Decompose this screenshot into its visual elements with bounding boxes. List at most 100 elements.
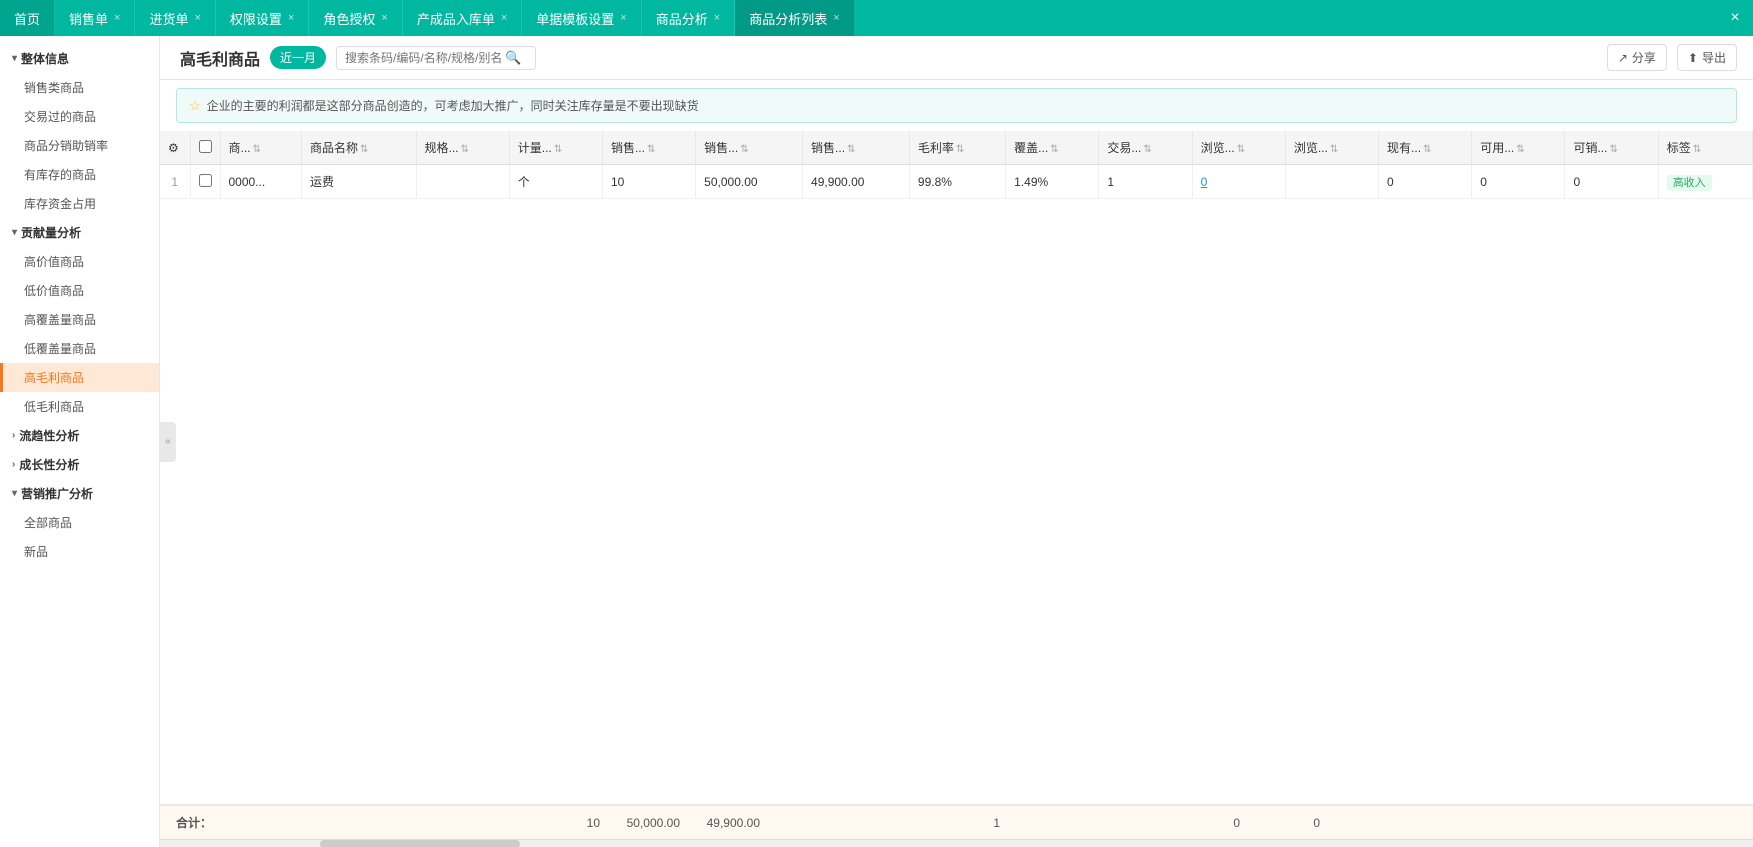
col-header-sales_profit[interactable]: 销售...⇅ [803,131,910,165]
group-arrow-4: ▾ [12,488,17,499]
sort-icon-sellable[interactable]: ⇅ [1609,144,1617,155]
share-icon: ↗ [1618,51,1628,65]
nav-tab-close[interactable]: × [194,12,200,24]
sidebar-item-0-1[interactable]: 交易过的商品 [0,102,159,131]
sidebar-item-0-3[interactable]: 有库存的商品 [0,160,159,189]
col-header-unit[interactable]: 计量...⇅ [509,131,602,165]
col-header-code[interactable]: 商...⇅ [220,131,302,165]
sidebar-item-4-1[interactable]: 新品 [0,537,159,566]
sort-icon-spec[interactable]: ⇅ [461,144,469,155]
nav-tab-label: 进货单 [149,9,188,28]
sidebar-group-1[interactable]: ▾贡献量分析 [0,218,159,247]
sort-icon-gross_rate[interactable]: ⇅ [956,144,964,155]
nav-tab-close[interactable]: × [114,12,120,24]
nav-tab-close[interactable]: × [381,12,387,24]
sidebar-group-0[interactable]: ▾整体信息 [0,44,159,73]
sidebar-item-1-1[interactable]: 低价值商品 [0,276,159,305]
col-header-sellable[interactable]: 可销...⇅ [1565,131,1658,165]
nav-tab-close[interactable]: × [620,12,626,24]
sidebar-item-1-3[interactable]: 低覆盖量商品 [0,334,159,363]
col-label-sellable: 可销... [1573,141,1607,155]
col-header-checkbox[interactable] [190,131,220,165]
data-table: ⚙商...⇅商品名称⇅规格...⇅计量...⇅销售...⇅销售...⇅销售...… [160,131,1753,199]
search-input[interactable] [345,51,505,65]
settings-icon[interactable]: ⚙ [168,141,179,155]
nav-tab-close[interactable]: × [714,12,720,24]
scroll-thumb[interactable] [320,840,520,847]
col-header-current_stock[interactable]: 现有...⇅ [1379,131,1472,165]
footer-trade-val: 1 [928,816,1008,830]
sidebar-item-1-5[interactable]: 低毛利商品 [0,392,159,421]
sidebar-item-label: 低覆盖量商品 [24,342,96,356]
content-header: 高毛利商品 近一月 🔍 ↗ 分享 ⬆ 导出 [160,36,1753,80]
cell-value-sellable: 0 [1573,175,1580,189]
cell-value-coverage: 1.49% [1014,175,1048,189]
row-checkbox[interactable] [199,174,212,187]
nav-tab-2[interactable]: 进货单 × [135,0,215,36]
share-label: 分享 [1632,49,1656,66]
export-label: 导出 [1702,49,1726,66]
col-header-spec[interactable]: 规格...⇅ [416,131,509,165]
col-header-sales_amt[interactable]: 销售...⇅ [696,131,803,165]
sort-icon-available[interactable]: ⇅ [1516,144,1524,155]
close-all-button[interactable]: × [1717,0,1753,36]
nav-tab-5[interactable]: 产成品入库单× [403,0,522,36]
nav-tab-4[interactable]: 角色授权× [309,0,402,36]
sort-icon-sales_qty[interactable]: ⇅ [647,144,655,155]
table-wrapper[interactable]: ⚙商...⇅商品名称⇅规格...⇅计量...⇅销售...⇅销售...⇅销售...… [160,131,1753,804]
filter-period-button[interactable]: 近一月 [270,46,326,69]
nav-tab-close[interactable]: × [501,12,507,24]
nav-tab-1[interactable]: 销售单× [55,0,135,36]
col-header-available[interactable]: 可用...⇅ [1472,131,1565,165]
select-all-checkbox[interactable] [199,140,212,153]
sidebar-item-1-0[interactable]: 高价值商品 [0,247,159,276]
sidebar-group-4[interactable]: ▾营销推广分析 [0,479,159,508]
export-button[interactable]: ⬆ 导出 [1677,44,1737,71]
col-header-settings[interactable]: ⚙ [160,131,190,165]
col-header-name[interactable]: 商品名称⇅ [302,131,416,165]
sort-icon-sales_profit[interactable]: ⇅ [847,144,855,155]
cell-unit: 个 [509,165,602,199]
sort-icon-tag[interactable]: ⇅ [1693,144,1701,155]
share-button[interactable]: ↗ 分享 [1607,44,1667,71]
sort-icon-browse1[interactable]: ⇅ [1237,144,1245,155]
sort-icon-name[interactable]: ⇅ [360,144,368,155]
sidebar-item-1-4[interactable]: 高毛利商品 [0,363,159,392]
cell-gross_rate: 99.8% [909,165,1005,199]
col-header-browse1[interactable]: 浏览...⇅ [1192,131,1285,165]
collapse-sidebar-button[interactable]: « [160,422,176,462]
nav-tab-0[interactable]: 首页 [0,0,55,36]
col-header-sales_qty[interactable]: 销售...⇅ [602,131,695,165]
sort-icon-trade_count[interactable]: ⇅ [1143,144,1151,155]
nav-tab-close[interactable]: × [288,12,294,24]
sidebar-item-0-2[interactable]: 商品分销助销率 [0,131,159,160]
nav-tab-6[interactable]: 单据模板设置× [522,0,641,36]
table-row: 10000...运费个1050,000.0049,900.0099.8%1.49… [160,165,1753,199]
col-header-tag[interactable]: 标签⇅ [1658,131,1752,165]
sidebar-item-0-0[interactable]: 销售类商品 [0,73,159,102]
col-header-coverage[interactable]: 覆盖...⇅ [1006,131,1099,165]
sidebar-group-3[interactable]: ›成长性分析 [0,450,159,479]
sort-icon-browse2[interactable]: ⇅ [1330,144,1338,155]
sidebar-item-4-0[interactable]: 全部商品 [0,508,159,537]
col-header-browse2[interactable]: 浏览...⇅ [1285,131,1378,165]
sidebar-item-0-4[interactable]: 库存资金占用 [0,189,159,218]
nav-tab-close[interactable]: × [833,12,839,24]
link-browse1[interactable]: 0 [1201,175,1208,189]
scroll-bar[interactable] [160,839,1753,847]
col-header-trade_count[interactable]: 交易...⇅ [1099,131,1192,165]
nav-tab-7[interactable]: 商品分析× [642,0,735,36]
nav-tab-8[interactable]: 商品分析列表× [735,0,854,36]
search-icon[interactable]: 🔍 [505,50,521,66]
col-label-tag: 标签 [1667,141,1691,155]
nav-tab-3[interactable]: 权限设置× [216,0,309,36]
sort-icon-coverage[interactable]: ⇅ [1050,144,1058,155]
sidebar-group-2[interactable]: ›流趋性分析 [0,421,159,450]
sort-icon-unit[interactable]: ⇅ [554,144,562,155]
sidebar-item-1-2[interactable]: 高覆盖量商品 [0,305,159,334]
sort-icon-code[interactable]: ⇅ [253,144,261,155]
cell-current_stock: 0 [1379,165,1472,199]
col-header-gross_rate[interactable]: 毛利率⇅ [909,131,1005,165]
sort-icon-sales_amt[interactable]: ⇅ [740,144,748,155]
sort-icon-current_stock[interactable]: ⇅ [1423,144,1431,155]
